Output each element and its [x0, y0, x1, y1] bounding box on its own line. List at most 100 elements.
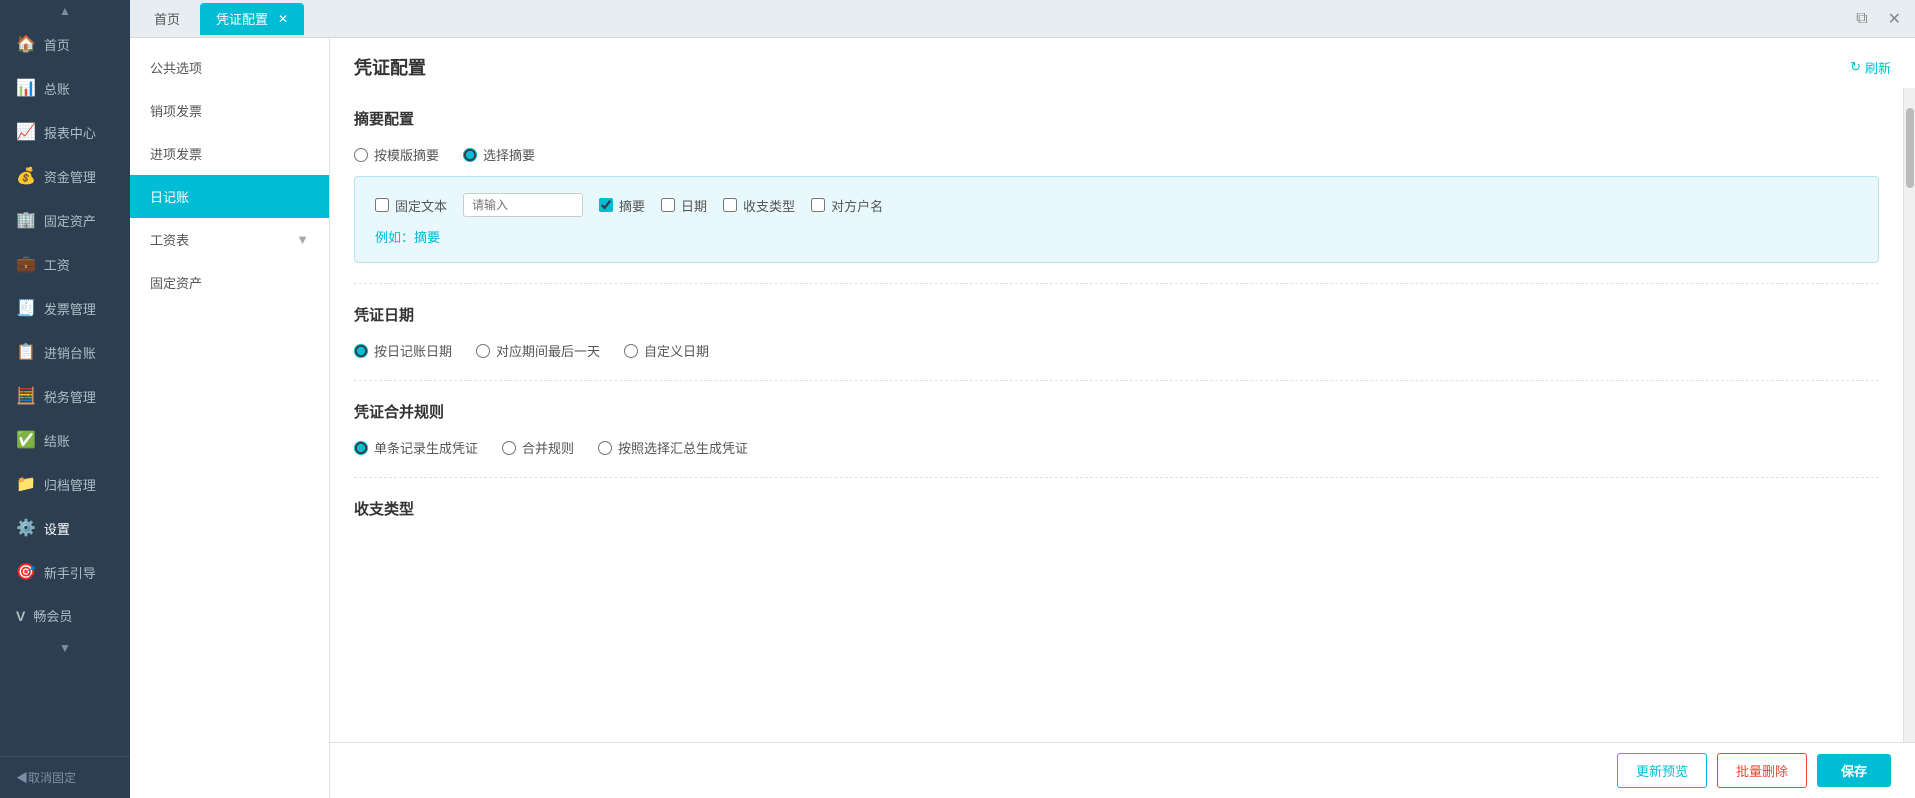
- archive-icon: 📁: [16, 474, 36, 494]
- sidebar-item-payroll[interactable]: 💼 工资: [0, 242, 130, 286]
- radio-custom-date-input[interactable]: [624, 344, 638, 358]
- voucher-date-radio-group: 按日记账日期 对应期间最后一天 自定义日期: [354, 341, 1879, 360]
- guide-icon: 🎯: [16, 562, 36, 582]
- update-preview-button[interactable]: 更新预览: [1617, 753, 1707, 788]
- vip-icon: V: [16, 608, 25, 624]
- left-nav-journal[interactable]: 日记账: [130, 175, 329, 218]
- radio-last-period-day-input[interactable]: [476, 344, 490, 358]
- checkbox-counterparty[interactable]: 对方户名: [811, 196, 883, 215]
- save-button[interactable]: 保存: [1817, 754, 1891, 787]
- sidebar-item-guide[interactable]: 🎯 新手引导: [0, 550, 130, 594]
- sidebar-scroll-up[interactable]: ▲: [0, 0, 130, 22]
- left-nav-public[interactable]: 公共选项: [130, 46, 329, 89]
- batch-delete-button[interactable]: 批量删除: [1717, 753, 1807, 788]
- summary-radio-group: 按模版摘要 选择摘要: [354, 145, 1879, 164]
- summary-box: 固定文本 摘要 日期: [354, 176, 1879, 263]
- left-nav-payroll-table[interactable]: 工资表 ▼: [130, 218, 329, 261]
- restore-button[interactable]: ⧉: [1850, 8, 1873, 30]
- summary-config-section: 摘要配置 按模版摘要 选择摘要: [354, 88, 1879, 284]
- checkbox-summary-input[interactable]: [599, 198, 613, 212]
- sidebar-item-archive[interactable]: 📁 归档管理: [0, 462, 130, 506]
- sidebar-scroll-down[interactable]: ▼: [0, 637, 130, 659]
- voucher-date-title: 凭证日期: [354, 304, 1879, 325]
- page-area: 凭证配置 ↻ 刷新 摘要配置 按模版摘要: [330, 38, 1915, 798]
- page-title: 凭证配置: [354, 54, 426, 80]
- left-nav-fixed-assets[interactable]: 固定资产: [130, 261, 329, 304]
- checkbox-date[interactable]: 日期: [661, 196, 707, 215]
- bottom-toolbar: 更新预览 批量删除 保存: [330, 742, 1915, 798]
- radio-last-period-day[interactable]: 对应期间最后一天: [476, 341, 600, 360]
- settlement-icon: ✅: [16, 430, 36, 450]
- radio-select-summary-gen[interactable]: 按照选择汇总生成凭证: [598, 438, 748, 457]
- tab-home[interactable]: 首页: [138, 3, 196, 35]
- summary-options: 固定文本 摘要 日期: [375, 193, 1858, 217]
- radio-single-record[interactable]: 单条记录生成凭证: [354, 438, 478, 457]
- checkbox-summary[interactable]: 摘要: [599, 196, 645, 215]
- sidebar-item-tax[interactable]: 🧮 税务管理: [0, 374, 130, 418]
- sidebar-item-invoice[interactable]: 🧾 发票管理: [0, 286, 130, 330]
- sidebar-item-reports[interactable]: 📈 报表中心: [0, 110, 130, 154]
- payroll-icon: 💼: [16, 254, 36, 274]
- radio-template-summary[interactable]: 按模版摘要: [354, 145, 439, 164]
- invoice-icon: 🧾: [16, 298, 36, 318]
- checkbox-counterparty-input[interactable]: [811, 198, 825, 212]
- scrollbar-thumb[interactable]: [1906, 108, 1914, 188]
- main-container: 首页 凭证配置 ✕ ⧉ ✕ 公共选项 销项发票 进项发票 日记账: [130, 0, 1915, 798]
- tax-icon: 🧮: [16, 386, 36, 406]
- summary-config-title: 摘要配置: [354, 108, 1879, 129]
- radio-journal-date-input[interactable]: [354, 344, 368, 358]
- sidebar-item-vip[interactable]: V 畅会员: [0, 594, 130, 637]
- left-nav-purchase-invoice[interactable]: 进项发票: [130, 132, 329, 175]
- checkbox-income-type-input[interactable]: [723, 198, 737, 212]
- radio-merge-rules-input[interactable]: [502, 441, 516, 455]
- merge-rules-title: 凭证合并规则: [354, 401, 1879, 422]
- income-type-section: 收支类型: [354, 478, 1879, 555]
- sidebar-unpin-button[interactable]: ◀取消固定: [0, 756, 130, 798]
- page-header: 凭证配置 ↻ 刷新: [330, 38, 1915, 88]
- left-nav: 公共选项 销项发票 进项发票 日记账 工资表 ▼ 固定资产: [130, 38, 330, 798]
- fixed-text-input[interactable]: [463, 193, 583, 217]
- checkbox-fixed-text[interactable]: 固定文本: [375, 196, 447, 215]
- checkbox-income-type[interactable]: 收支类型: [723, 196, 795, 215]
- checkbox-date-input[interactable]: [661, 198, 675, 212]
- close-button[interactable]: ✕: [1882, 7, 1907, 31]
- radio-template-summary-input[interactable]: [354, 148, 368, 162]
- tab-close-icon[interactable]: ✕: [278, 12, 288, 26]
- tab-voucher-config[interactable]: 凭证配置 ✕: [200, 3, 304, 35]
- main-scrollbar[interactable]: [1903, 88, 1915, 742]
- left-nav-sales-invoice[interactable]: 销项发票: [130, 89, 329, 132]
- refresh-button[interactable]: ↻ 刷新: [1850, 58, 1891, 77]
- content-wrapper: 公共选项 销项发票 进项发票 日记账 工资表 ▼ 固定资产 凭证配置: [130, 38, 1915, 798]
- chevron-down-icon: ▼: [296, 232, 309, 247]
- radio-select-summary-input[interactable]: [463, 148, 477, 162]
- settings-icon: ⚙️: [16, 518, 36, 538]
- radio-custom-date[interactable]: 自定义日期: [624, 341, 709, 360]
- radio-journal-date[interactable]: 按日记账日期: [354, 341, 452, 360]
- radio-single-record-input[interactable]: [354, 441, 368, 455]
- sidebar-item-fixed-assets[interactable]: 🏢 固定资产: [0, 198, 130, 242]
- merge-rules-section: 凭证合并规则 单条记录生成凭证 合并规则: [354, 381, 1879, 478]
- tab-bar: 首页 凭证配置 ✕ ⧉ ✕: [130, 0, 1915, 38]
- sidebar-item-home[interactable]: 🏠 首页: [0, 22, 130, 66]
- radio-select-summary-gen-input[interactable]: [598, 441, 612, 455]
- sales-ledger-icon: 📋: [16, 342, 36, 362]
- funds-icon: 💰: [16, 166, 36, 186]
- merge-rules-radio-group: 单条记录生成凭证 合并规则 按照选择汇总生成凭证: [354, 438, 1879, 457]
- voucher-date-section: 凭证日期 按日记账日期 对应期间最后一天: [354, 284, 1879, 381]
- sidebar-item-ledger[interactable]: 📊 总账: [0, 66, 130, 110]
- radio-select-summary[interactable]: 选择摘要: [463, 145, 535, 164]
- radio-merge-rules[interactable]: 合并规则: [502, 438, 574, 457]
- checkbox-fixed-text-input[interactable]: [375, 198, 389, 212]
- ledger-icon: 📊: [16, 78, 36, 98]
- window-controls: ⧉ ✕: [1850, 7, 1907, 31]
- sidebar-item-settings[interactable]: ⚙️ 设置: [0, 506, 130, 550]
- page-content: 摘要配置 按模版摘要 选择摘要: [330, 88, 1903, 742]
- sidebar-item-funds[interactable]: 💰 资金管理: [0, 154, 130, 198]
- sidebar-item-settlement[interactable]: ✅ 结账: [0, 418, 130, 462]
- income-type-title: 收支类型: [354, 498, 1879, 519]
- sidebar-item-sales-ledger[interactable]: 📋 进销台账: [0, 330, 130, 374]
- refresh-icon: ↻: [1850, 59, 1861, 75]
- home-icon: 🏠: [16, 34, 36, 54]
- fixed-assets-icon: 🏢: [16, 210, 36, 230]
- reports-icon: 📈: [16, 122, 36, 142]
